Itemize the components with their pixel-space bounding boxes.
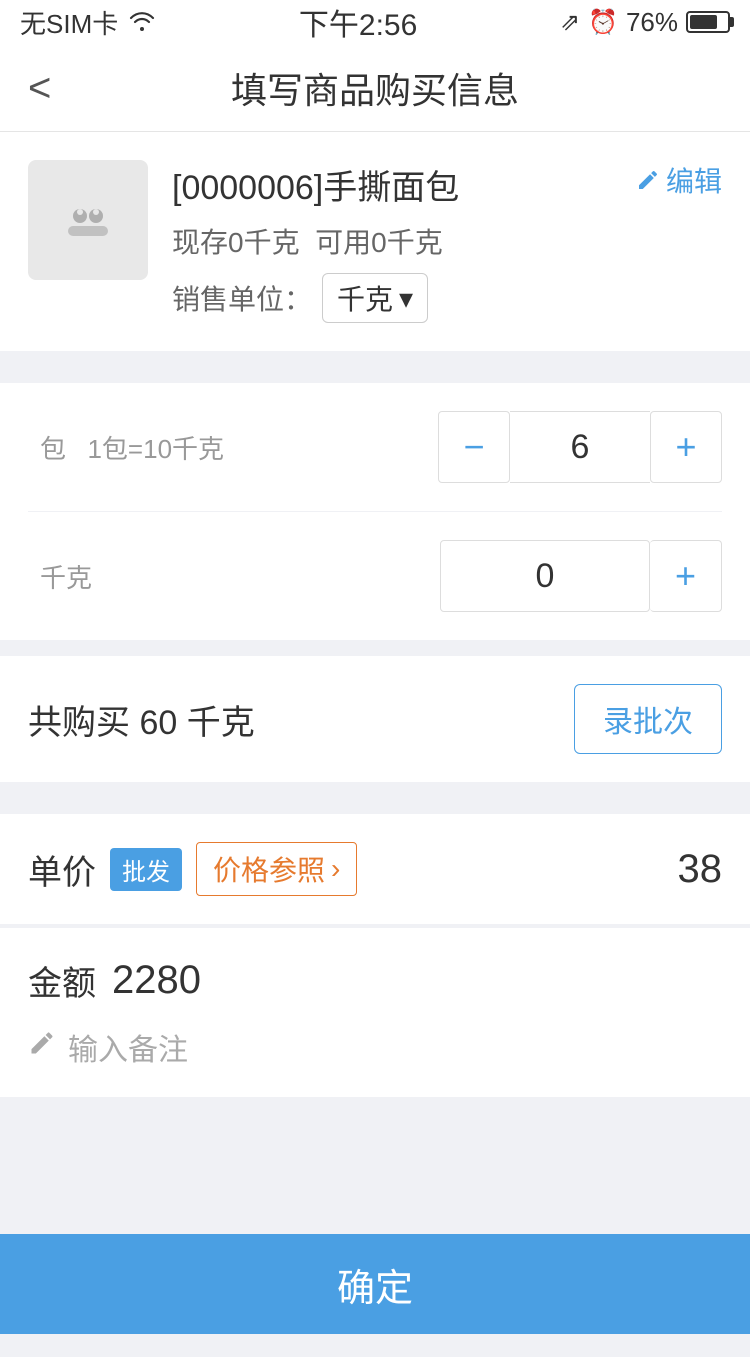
remark-placeholder[interactable]: 输入备注 xyxy=(68,1025,188,1069)
remark-row[interactable]: 输入备注 xyxy=(28,1025,722,1069)
product-card: [0000006]手撕面包 编辑 现存0千克 可用0千克 销售单位： 千克 ▾ xyxy=(0,132,750,351)
record-batch-button[interactable]: 录批次 xyxy=(574,684,722,754)
kg-label: 千克 xyxy=(28,557,92,596)
battery-icon xyxy=(686,11,730,33)
price-ref-arrow-icon: › xyxy=(331,853,340,885)
unit-dropdown-icon: ▾ xyxy=(399,282,413,315)
status-bar: 无SIM卡 下午2:56 ⇗ ⏰ 76% xyxy=(0,0,750,44)
amount-value: 2280 xyxy=(112,958,201,1003)
price-left: 单价 批发 价格参照 › xyxy=(28,842,357,896)
battery-percent: 76% xyxy=(626,7,678,38)
amount-section: 金额 2280 输入备注 xyxy=(0,928,750,1097)
section-divider-1 xyxy=(0,367,750,383)
bag-quantity-controls: − + xyxy=(438,411,722,483)
kg-quantity-input[interactable] xyxy=(440,540,650,612)
amount-label: 金额 xyxy=(28,956,96,1005)
product-stock: 现存0千克 可用0千克 xyxy=(172,221,722,261)
wifi-icon xyxy=(128,7,156,38)
bag-quantity-row: 包 1包=10千克 − + xyxy=(28,383,722,512)
bag-decrease-button[interactable]: − xyxy=(438,411,510,483)
pencil-icon xyxy=(28,1029,56,1065)
price-reference-button[interactable]: 价格参照 › xyxy=(196,842,357,896)
page-title: 填写商品购买信息 xyxy=(231,62,519,114)
quantity-section: 包 1包=10千克 − + 千克 + xyxy=(0,383,750,640)
product-unit-row: 销售单位： 千克 ▾ xyxy=(172,273,722,323)
product-name: [0000006]手撕面包 xyxy=(172,160,459,209)
bag-label: 包 1包=10千克 xyxy=(28,428,224,467)
kg-quantity-controls: + xyxy=(440,540,722,612)
back-button[interactable]: < xyxy=(28,68,51,108)
amount-row: 金额 2280 xyxy=(28,956,722,1005)
kg-quantity-row: 千克 + xyxy=(28,512,722,640)
unit-selector[interactable]: 千克 ▾ xyxy=(322,273,428,323)
price-label: 单价 xyxy=(28,845,96,894)
edit-button[interactable]: 编辑 xyxy=(636,160,722,200)
kg-increase-button[interactable]: + xyxy=(650,540,722,612)
location-icon: ⇗ xyxy=(560,8,580,37)
price-section: 单价 批发 价格参照 › 38 xyxy=(0,814,750,924)
status-left: 无SIM卡 xyxy=(20,4,156,41)
product-info: [0000006]手撕面包 编辑 现存0千克 可用0千克 销售单位： 千克 ▾ xyxy=(172,160,722,323)
confirm-button[interactable]: 确定 xyxy=(0,1234,750,1334)
status-time: 下午2:56 xyxy=(299,0,417,44)
status-right: ⇗ ⏰ 76% xyxy=(560,7,730,38)
section-divider-2 xyxy=(0,782,750,798)
product-image xyxy=(28,160,148,280)
price-value: 38 xyxy=(678,847,723,892)
nav-bar: < 填写商品购买信息 xyxy=(0,44,750,132)
bag-increase-button[interactable]: + xyxy=(650,411,722,483)
bag-quantity-input[interactable] xyxy=(510,411,650,483)
total-label: 共购买 60 千克 xyxy=(28,695,255,744)
alarm-icon: ⏰ xyxy=(588,8,618,37)
carrier-label: 无SIM卡 xyxy=(20,4,118,41)
wholesale-tag: 批发 xyxy=(110,848,182,891)
total-section: 共购买 60 千克 录批次 xyxy=(0,656,750,782)
